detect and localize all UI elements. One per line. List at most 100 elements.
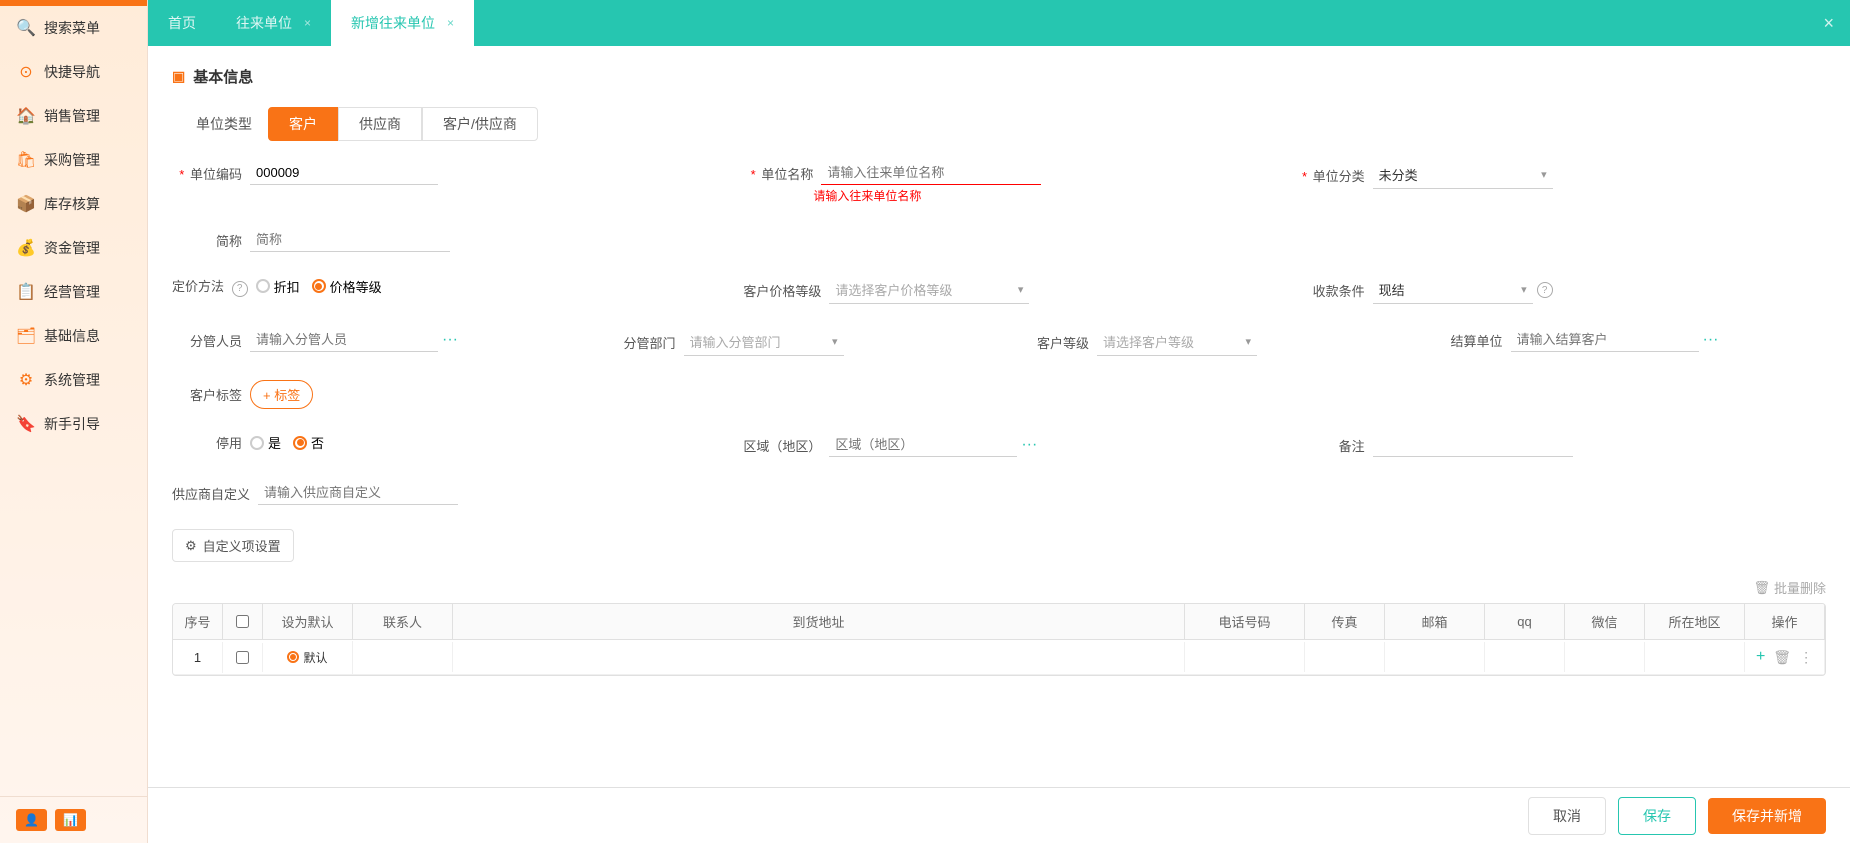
region-dots[interactable]: ··· — [1021, 436, 1037, 454]
row-1-checkbox[interactable] — [236, 651, 249, 664]
cell-qq-1 — [1485, 642, 1565, 672]
sidebar-item-basic-info-label: 基础信息 — [44, 326, 100, 346]
contact-table: 序号 设为默认 联系人 到货地址 电话号码 传真 邮箱 qq 微信 所在地区 操… — [172, 603, 1826, 676]
department-label: 分管部门 — [606, 333, 676, 352]
supplier-custom-label: 供应商自定义 — [172, 484, 250, 503]
unit-code-label: * 单位编码 — [172, 164, 242, 183]
unit-name-input[interactable] — [821, 161, 1041, 185]
payment-terms-help-icon[interactable]: ? — [1537, 282, 1553, 298]
sidebar: 🔍 搜索菜单 ⊙ 快捷导航 🏠 销售管理 🛍 采购管理 📦 库存核算 💰 资金管… — [0, 0, 148, 843]
customer-price-level-chevron: ▾ — [1018, 283, 1024, 296]
row-1-qq-input[interactable] — [1491, 650, 1558, 664]
col-header-phone: 电话号码 — [1185, 604, 1305, 639]
short-name-input[interactable] — [250, 228, 450, 252]
row-1-address-input[interactable] — [459, 650, 1178, 664]
col-header-check — [223, 604, 263, 639]
remark-input[interactable] — [1373, 433, 1573, 457]
pricing-level-radio-outer — [312, 279, 326, 293]
customer-level-label: 客户等级 — [1019, 333, 1089, 352]
disabled-no-inner — [297, 439, 304, 446]
tab-units-close[interactable]: × — [304, 16, 311, 30]
customer-level-select[interactable]: 请选择客户等级 ▾ — [1097, 328, 1257, 356]
supervisor-input[interactable] — [250, 328, 438, 352]
row-1-region-input[interactable] — [1651, 650, 1738, 664]
inventory-icon: 📦 — [16, 194, 36, 214]
sidebar-item-operations[interactable]: 📋 经营管理 — [0, 270, 147, 314]
tab-new-unit-close[interactable]: × — [447, 16, 454, 30]
tab-new-unit[interactable]: 新增往来单位 × — [331, 0, 474, 46]
col-header-default: 设为默认 — [263, 604, 353, 639]
disabled-yes-label: 是 — [268, 433, 281, 452]
type-btn-customer[interactable]: 客户 — [268, 107, 338, 141]
type-btn-supplier[interactable]: 供应商 — [338, 107, 422, 141]
sidebar-item-system[interactable]: ⚙ 系统管理 — [0, 358, 147, 402]
col-header-idx: 序号 — [173, 604, 223, 639]
cell-contact-1 — [353, 642, 453, 672]
row-1-default-label: 默认 — [303, 649, 327, 666]
batch-delete-label[interactable]: 批量删除 — [1774, 578, 1826, 597]
sidebar-item-quick-nav[interactable]: ⊙ 快捷导航 — [0, 50, 147, 94]
sidebar-item-finance[interactable]: 💰 资金管理 — [0, 226, 147, 270]
row-1-fax-input[interactable] — [1311, 650, 1378, 664]
tab-units[interactable]: 往来单位 × — [216, 0, 331, 46]
sidebar-item-guide[interactable]: 🔖 新手引导 — [0, 402, 147, 446]
sidebar-item-inventory[interactable]: 📦 库存核算 — [0, 182, 147, 226]
pricing-help-icon[interactable]: ? — [232, 281, 248, 297]
custom-settings-button[interactable]: ⚙ 自定义项设置 — [172, 529, 294, 562]
field-supplier-custom: 供应商自定义 — [172, 481, 1826, 505]
sidebar-item-search[interactable]: 🔍 搜索菜单 — [0, 6, 147, 50]
row-1-default-radio[interactable]: 默认 — [287, 649, 327, 666]
table-select-all[interactable] — [236, 615, 249, 628]
supervisor-dots[interactable]: ··· — [442, 331, 458, 349]
sidebar-item-purchase[interactable]: 🛍 采购管理 — [0, 138, 147, 182]
window-close-btn[interactable]: × — [1823, 13, 1834, 34]
payment-terms-select[interactable]: 现结 ▾ — [1373, 276, 1533, 304]
disabled-label: 停用 — [172, 433, 242, 452]
row-1-email-input[interactable] — [1391, 650, 1478, 664]
unit-category-select[interactable]: 未分类 ▾ — [1373, 161, 1553, 189]
row-1-add-btn[interactable]: + — [1756, 648, 1765, 666]
row-1-delete-btn[interactable]: 🗑 — [1773, 649, 1791, 666]
row-pricing: 定价方法 ? 折扣 价格等级 客户价格 — [172, 276, 1826, 308]
cancel-button[interactable]: 取消 — [1528, 797, 1606, 835]
sidebar-stats-btn[interactable]: 📊 — [55, 809, 86, 831]
customer-level-placeholder: 请选择客户等级 — [1103, 332, 1241, 351]
customer-price-level-select[interactable]: 请选择客户价格等级 ▾ — [829, 276, 1029, 304]
sidebar-item-basic-info[interactable]: 🗂 基础信息 — [0, 314, 147, 358]
sidebar-item-sales[interactable]: 🏠 销售管理 — [0, 94, 147, 138]
field-department: 分管部门 请输入分管部门 ▾ — [586, 328, 1000, 356]
department-select[interactable]: 请输入分管部门 ▾ — [684, 328, 844, 356]
settlement-unit-dots[interactable]: ··· — [1703, 331, 1719, 349]
cell-wechat-1 — [1565, 642, 1645, 672]
row-1-drag-handle[interactable]: ⋮ — [1799, 649, 1813, 666]
disabled-yes-outer — [250, 436, 264, 450]
save-button[interactable]: 保存 — [1618, 797, 1696, 835]
system-icon: ⚙ — [16, 370, 36, 390]
pricing-discount-radio[interactable]: 折扣 — [256, 277, 300, 296]
unit-category-chevron: ▾ — [1541, 168, 1547, 181]
section-title: ▣ 基本信息 — [172, 66, 1826, 87]
field-customer-price-level: 客户价格等级 请选择客户价格等级 ▾ — [723, 276, 1274, 304]
cell-region-1 — [1645, 642, 1745, 672]
settlement-unit-label: 结算单位 — [1433, 331, 1503, 350]
unit-code-input[interactable] — [250, 161, 438, 185]
disabled-no-radio[interactable]: 否 — [293, 433, 324, 452]
pricing-level-radio[interactable]: 价格等级 — [312, 277, 382, 296]
add-tag-button[interactable]: + 标签 — [250, 380, 313, 409]
disabled-yes-radio[interactable]: 是 — [250, 433, 281, 452]
type-btn-both[interactable]: 客户/供应商 — [422, 107, 538, 141]
save-add-button[interactable]: 保存并新增 — [1708, 798, 1826, 834]
sidebar-item-sales-label: 销售管理 — [44, 106, 100, 126]
row-1-phone-input[interactable] — [1191, 650, 1298, 664]
row-supplier-custom: 供应商自定义 — [172, 481, 1826, 509]
row-1-wechat-input[interactable] — [1571, 650, 1638, 664]
supplier-custom-input[interactable] — [258, 481, 458, 505]
tab-home[interactable]: 首页 — [148, 0, 216, 46]
field-payment-terms: 收款条件 现结 ▾ ? — [1275, 276, 1826, 304]
settlement-unit-input[interactable] — [1511, 328, 1699, 352]
region-input[interactable] — [829, 433, 1017, 457]
customer-price-level-label: 客户价格等级 — [743, 281, 821, 300]
sidebar-user-btn[interactable]: 👤 — [16, 809, 47, 831]
customer-level-chevron: ▾ — [1245, 335, 1251, 348]
row-1-contact-input[interactable] — [359, 650, 446, 664]
